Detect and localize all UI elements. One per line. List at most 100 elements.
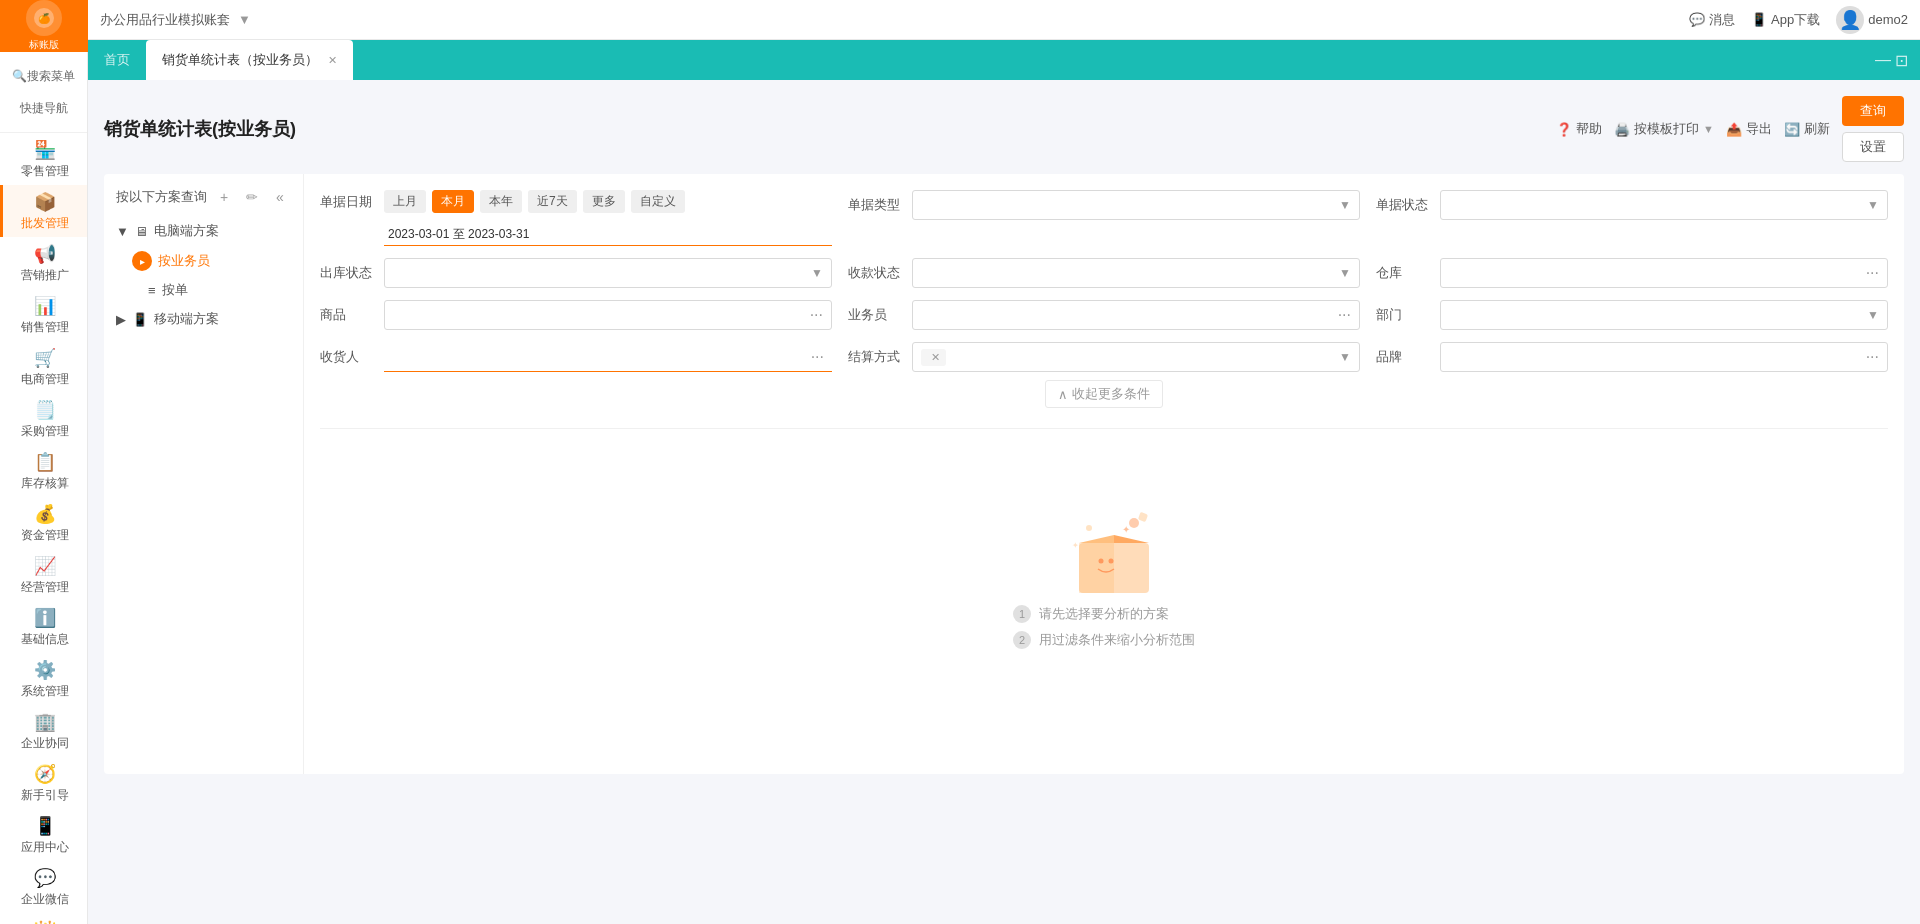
sidebar-search-menu[interactable]: 🔍 搜索菜单	[8, 60, 80, 92]
doc-status-select[interactable]: ▼	[1440, 190, 1888, 220]
print-template-button[interactable]: 🖨️ 按模板打印 ▼	[1614, 120, 1714, 138]
doc-type-chevron-icon: ▼	[1339, 198, 1351, 212]
logo-icon: 🍊	[26, 0, 62, 36]
search-icon: 🔍	[12, 69, 27, 83]
edit-icon: ✏	[246, 189, 258, 205]
sidebar-item-basic[interactable]: ℹ️ 基础信息	[0, 601, 87, 653]
sidebar-item-sales[interactable]: 📊 销售管理	[0, 289, 87, 341]
date-btn-custom[interactable]: 自定义	[631, 190, 685, 213]
sidebar-item-purchase[interactable]: 🗒️ 采购管理	[0, 393, 87, 445]
date-btn-this-year[interactable]: 本年	[480, 190, 522, 213]
refresh-button[interactable]: 🔄 刷新	[1784, 120, 1830, 138]
sidebar-item-marketing[interactable]: 📢 营销推广	[0, 237, 87, 289]
settlement-clear-icon[interactable]: ✕	[931, 351, 940, 364]
receipt-status-select[interactable]: ▼	[912, 258, 1360, 288]
sidebar-item-system[interactable]: ⚙️ 系统管理	[0, 653, 87, 705]
left-panel-title: 按以下方案查询	[116, 188, 207, 206]
filter-receiver: 收货人 ···	[320, 342, 832, 372]
brand-dots-icon: ···	[1866, 348, 1879, 366]
sidebar-item-inventory[interactable]: 📋 库存核算	[0, 445, 87, 497]
tree-pc-section[interactable]: ▼ 🖥 电脑端方案	[104, 216, 303, 246]
filter-goods: 商品 ···	[320, 300, 832, 330]
home-tab-label: 首页	[104, 51, 130, 69]
out-status-select[interactable]: ▼	[384, 258, 832, 288]
doc-type-select[interactable]: ▼	[912, 190, 1360, 220]
page-title: 销货单统计表(按业务员)	[104, 117, 296, 141]
tab-home[interactable]: 首页	[88, 40, 146, 80]
warehouse-label: 仓库	[1376, 264, 1432, 282]
sidebar-item-app-center[interactable]: 📱 应用中心	[0, 809, 87, 861]
filter-brand: 品牌 ···	[1376, 342, 1888, 372]
sidebar-shortcut-nav[interactable]: 快捷导航	[8, 92, 80, 124]
tab-sales-stats[interactable]: 销货单统计表（按业务员） ✕	[146, 40, 353, 80]
app-download-button[interactable]: 📱 App下载	[1751, 11, 1820, 29]
svg-text:🍊: 🍊	[38, 12, 51, 25]
help-icon: ❓	[1556, 122, 1572, 137]
empty-tips: 1 请先选择要分析的方案 2 用过滤条件来缩小分析范围	[1013, 605, 1195, 649]
sidebar-item-member[interactable]: 👑 畅会员	[0, 913, 87, 924]
tree-item-by-order[interactable]: ≡ 按单	[104, 276, 303, 304]
date-filter-controls: 上月 本月 本年 近7天 更多 自定义	[384, 190, 832, 213]
date-btn-last-month[interactable]: 上月	[384, 190, 426, 213]
empty-tip-2: 2 用过滤条件来缩小分析范围	[1013, 631, 1195, 649]
settlement-tag: ✕	[921, 349, 946, 366]
user-profile[interactable]: 👤 demo2	[1836, 6, 1908, 34]
message-button[interactable]: 💬 消息	[1689, 11, 1735, 29]
date-range-input[interactable]: 2023-03-01 至 2023-03-31	[384, 224, 832, 246]
date-btn-7days[interactable]: 近7天	[528, 190, 577, 213]
tree-item-salesperson[interactable]: ▸ 按业务员	[104, 246, 303, 276]
svg-point-10	[1109, 559, 1114, 564]
sidebar-item-operation[interactable]: 📈 经营管理	[0, 549, 87, 601]
pc-folder-icon: 🖥	[135, 224, 148, 239]
add-scheme-button[interactable]: +	[213, 186, 235, 208]
inventory-icon: 📋	[34, 451, 56, 473]
marketing-icon: 📢	[34, 243, 56, 265]
tip-1-number: 1	[1013, 605, 1031, 623]
goods-select[interactable]: ···	[384, 300, 832, 330]
tree-mobile-section[interactable]: ▶ 📱 移动端方案	[104, 304, 303, 334]
receiver-select[interactable]: ···	[384, 342, 832, 372]
department-select[interactable]: ▼	[1440, 300, 1888, 330]
sidebar-item-finance[interactable]: 💰 资金管理	[0, 497, 87, 549]
minimize-icon[interactable]: —	[1875, 51, 1891, 69]
main-area: 办公用品行业模拟账套 ▼ 💬 消息 📱 App下载 👤 demo2 首页	[88, 0, 1920, 924]
sidebar-item-ecommerce[interactable]: 🛒 电商管理	[0, 341, 87, 393]
empty-tip-1: 1 请先选择要分析的方案	[1013, 605, 1195, 623]
sidebar-item-guide[interactable]: 🧭 新手引导	[0, 757, 87, 809]
page-content: 销货单统计表(按业务员) ❓ 帮助 🖨️ 按模板打印 ▼ 📤 导出 🔄 刷	[88, 80, 1920, 924]
maximize-icon[interactable]: ⊡	[1895, 51, 1908, 70]
retail-icon: 🏪	[34, 139, 56, 161]
brand-select[interactable]: ···	[1440, 342, 1888, 372]
guide-icon: 🧭	[34, 763, 56, 785]
export-button[interactable]: 📤 导出	[1726, 120, 1772, 138]
tab-close-icon[interactable]: ✕	[328, 54, 337, 67]
sidebar-item-wechat[interactable]: 💬 企业微信	[0, 861, 87, 913]
tree-expand-icon: ▼	[116, 224, 129, 239]
date-btn-more[interactable]: 更多	[583, 190, 625, 213]
filter-settlement: 结算方式 ✕ ▼	[848, 342, 1360, 372]
settings-button[interactable]: 设置	[1842, 132, 1904, 162]
collapse-button[interactable]: ∧ 收起更多条件	[1045, 380, 1163, 408]
sidebar-item-retail[interactable]: 🏪 零售管理	[0, 133, 87, 185]
settlement-chevron-icon: ▼	[1339, 350, 1351, 364]
date-btn-this-month[interactable]: 本月	[432, 190, 474, 213]
topbar-dropdown-icon[interactable]: ▼	[238, 12, 251, 27]
collapse-panel-button[interactable]: «	[269, 186, 291, 208]
finance-icon: 💰	[34, 503, 56, 525]
query-button[interactable]: 查询	[1842, 96, 1904, 126]
help-button[interactable]: ❓ 帮助	[1556, 120, 1602, 138]
svg-point-9	[1099, 559, 1104, 564]
filter-out-status: 出库状态 ▼	[320, 258, 832, 288]
warehouse-select[interactable]: ···	[1440, 258, 1888, 288]
settlement-select[interactable]: ✕ ▼	[912, 342, 1360, 372]
edit-scheme-button[interactable]: ✏	[241, 186, 263, 208]
salesperson-select[interactable]: ···	[912, 300, 1360, 330]
doc-status-label: 单据状态	[1376, 196, 1432, 214]
tip-1-text: 请先选择要分析的方案	[1039, 605, 1169, 623]
warehouse-dots-icon: ···	[1866, 264, 1879, 282]
salesperson-dots-icon: ···	[1338, 306, 1351, 324]
sidebar-item-enterprise[interactable]: 🏢 企业协同	[0, 705, 87, 757]
member-icon: 👑	[34, 919, 56, 925]
system-icon: ⚙️	[34, 659, 56, 681]
sidebar-item-wholesale[interactable]: 📦 批发管理	[0, 185, 87, 237]
